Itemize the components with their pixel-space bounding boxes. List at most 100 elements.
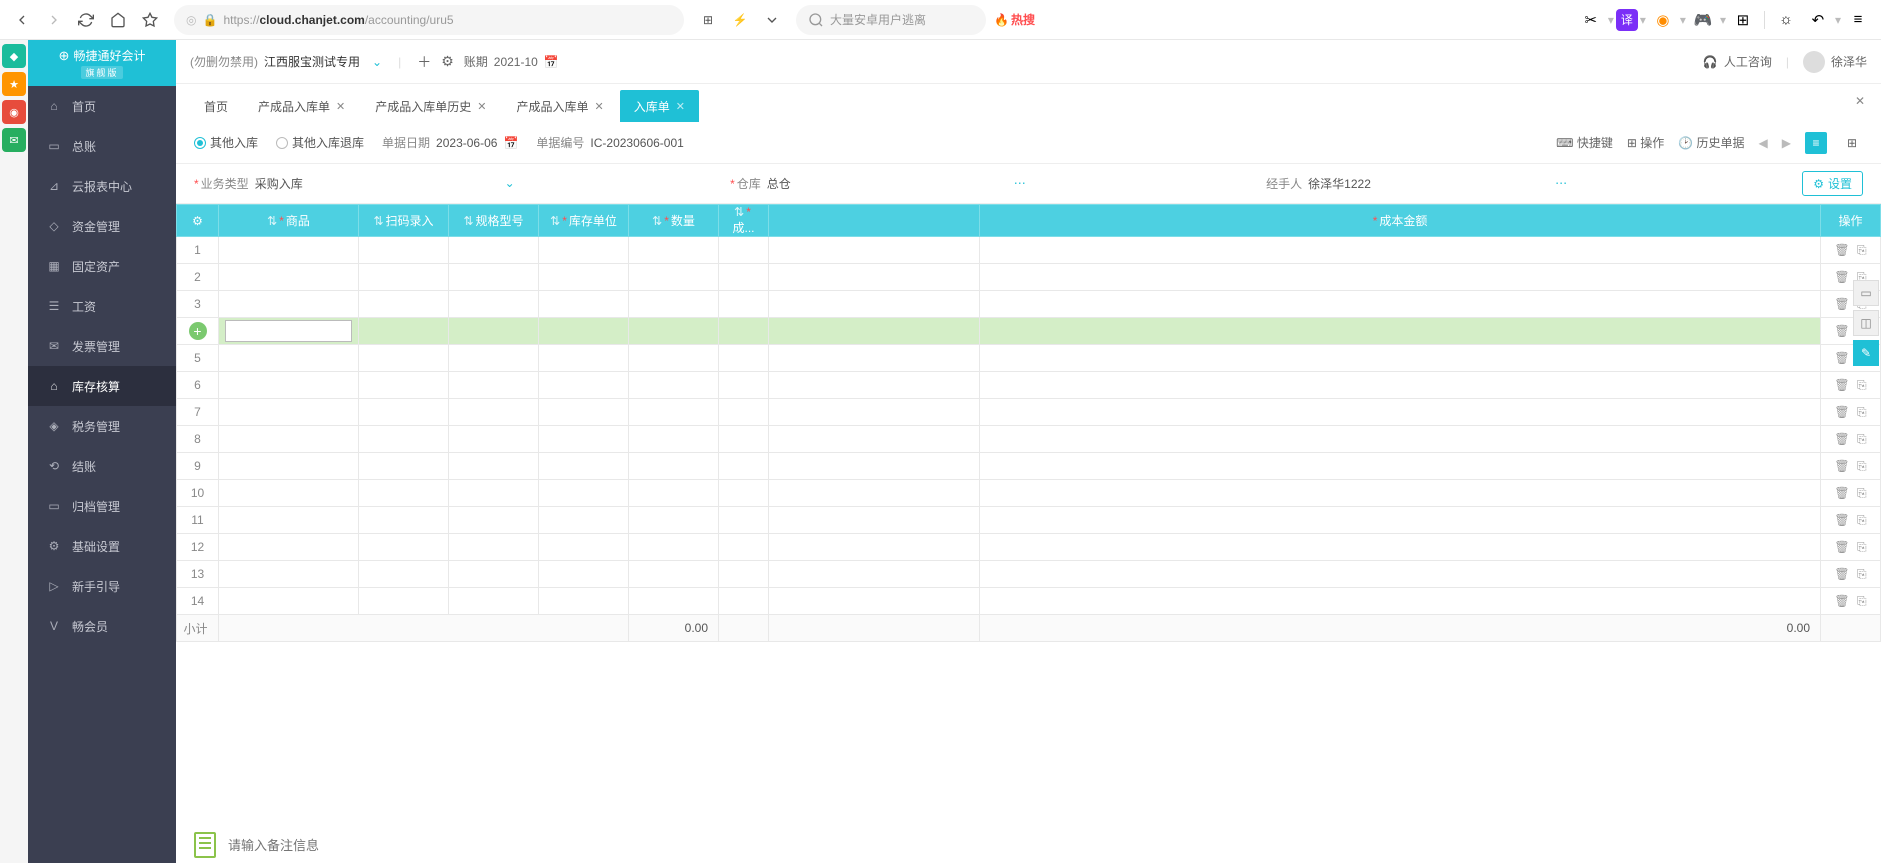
col-header-0[interactable]: ⚙ [177, 205, 219, 237]
date-value[interactable]: 2023-06-06 [436, 136, 497, 150]
calendar-icon[interactable]: 📅 [503, 136, 518, 150]
delete-icon[interactable]: 🗑 [1834, 270, 1849, 284]
sidebar-item-13[interactable]: V畅会员 [28, 606, 176, 646]
col-header-1[interactable]: ⇅*商品 [219, 205, 359, 237]
tab-1[interactable]: 产成品入库单✕ [244, 90, 359, 122]
sidebar-item-7[interactable]: ⌂库存核算 [28, 366, 176, 406]
home-icon[interactable] [104, 6, 132, 34]
translate-icon[interactable]: 译 [1616, 9, 1638, 31]
menu-icon[interactable]: ≡ [1843, 5, 1873, 35]
url-bar[interactable]: ◎ 🔒 https://cloud.chanjet.com/accounting… [174, 5, 684, 35]
copy-icon[interactable]: ⎘ [1857, 432, 1867, 446]
shortcut-link[interactable]: ⌨ 快捷键 [1556, 134, 1613, 151]
theme-icon[interactable]: ☼ [1771, 5, 1801, 35]
delete-icon[interactable]: 🗑 [1834, 459, 1849, 473]
reload-icon[interactable] [72, 6, 100, 34]
star-icon[interactable] [136, 6, 164, 34]
copy-icon[interactable]: ⎘ [1857, 567, 1867, 581]
view-list[interactable]: ≡ [1805, 132, 1827, 154]
scissors-icon[interactable]: ✂ [1576, 5, 1606, 35]
history-link[interactable]: 🕑 历史单据 [1678, 134, 1744, 151]
os-app-3[interactable]: ◉ [2, 100, 26, 124]
close-icon[interactable]: ✕ [676, 100, 685, 113]
sidebar-item-9[interactable]: ⟲结账 [28, 446, 176, 486]
delete-icon[interactable]: 🗑 [1834, 405, 1849, 419]
qr-icon[interactable]: ⊞ [694, 6, 722, 34]
col-header-8[interactable]: *成本金额 [980, 205, 1821, 237]
sidebar-item-6[interactable]: ✉发票管理 [28, 326, 176, 366]
sidebar-item-3[interactable]: ◇资金管理 [28, 206, 176, 246]
hot-search-badge[interactable]: 🔥热搜 [994, 11, 1035, 28]
wallet-icon[interactable]: ◉ [1648, 5, 1678, 35]
delete-icon[interactable]: 🗑 [1834, 513, 1849, 527]
delete-icon[interactable]: 🗑 [1834, 378, 1849, 392]
sidebar-item-8[interactable]: ◈税务管理 [28, 406, 176, 446]
sidebar-item-0[interactable]: ⌂首页 [28, 86, 176, 126]
copy-icon[interactable]: ⎘ [1857, 459, 1867, 473]
tab-0[interactable]: 首页 [190, 90, 242, 122]
back-icon[interactable] [8, 6, 36, 34]
handler-select[interactable]: 徐泽华1222⋯ [1308, 173, 1568, 195]
sidebar-item-12[interactable]: ▷新手引导 [28, 566, 176, 606]
forward-icon[interactable] [40, 6, 68, 34]
sidebar-item-1[interactable]: ▭总账 [28, 126, 176, 166]
copy-icon[interactable]: ⎘ [1857, 594, 1867, 608]
copy-icon[interactable]: ⎘ [1857, 540, 1867, 554]
col-header-9[interactable]: 操作 [1821, 205, 1881, 237]
product-input[interactable] [225, 320, 352, 342]
os-app-2[interactable]: ★ [2, 72, 26, 96]
tab-4[interactable]: 入库单✕ [620, 90, 699, 122]
os-app-4[interactable]: ✉ [2, 128, 26, 152]
sidebar-item-4[interactable]: ▦固定资产 [28, 246, 176, 286]
delete-icon[interactable]: 🗑 [1834, 243, 1849, 257]
side-tool-2[interactable]: ◫ [1853, 310, 1879, 336]
user-menu[interactable]: 徐泽华 [1803, 51, 1867, 73]
add-row-button[interactable]: + [189, 322, 207, 340]
delete-icon[interactable]: 🗑 [1834, 432, 1849, 446]
close-icon[interactable]: ✕ [336, 100, 345, 113]
settings-button[interactable]: ⚙ 设置 [1802, 171, 1863, 196]
col-header-3[interactable]: ⇅规格型号 [449, 205, 539, 237]
game-icon[interactable]: 🎮 [1688, 5, 1718, 35]
tab-2[interactable]: 产成品入库单历史✕ [361, 90, 500, 122]
copy-icon[interactable]: ⎘ [1857, 378, 1867, 392]
gear-icon[interactable]: ⚙ [441, 53, 454, 70]
col-header-2[interactable]: ⇅扫码录入 [359, 205, 449, 237]
help-link[interactable]: 🎧 人工咨询 [1703, 53, 1772, 70]
view-grid[interactable]: ⊞ [1841, 132, 1863, 154]
copy-icon[interactable]: ⎘ [1857, 513, 1867, 527]
close-icon[interactable]: ✕ [595, 100, 604, 113]
copy-icon[interactable]: ⎘ [1857, 486, 1867, 500]
sidebar-item-10[interactable]: ▭归档管理 [28, 486, 176, 526]
search-box[interactable]: 大量安卓用户逃离 [796, 5, 986, 35]
biz-type-select[interactable]: 采购入库⌄ [255, 173, 515, 195]
delete-icon[interactable]: 🗑 [1834, 567, 1849, 581]
col-header-4[interactable]: ⇅*库存单位 [539, 205, 629, 237]
calendar-icon[interactable]: 📅 [544, 55, 559, 69]
sidebar-item-11[interactable]: ⚙基础设置 [28, 526, 176, 566]
period-value[interactable]: 2021-10 [494, 55, 538, 69]
prev-doc[interactable]: ◀ [1759, 136, 1768, 150]
undo-icon[interactable]: ↶ [1803, 5, 1833, 35]
close-all-tabs[interactable]: ✕ [1847, 88, 1873, 114]
delete-icon[interactable]: 🗑 [1834, 594, 1849, 608]
col-header-6[interactable]: ⇅*成... [719, 205, 769, 237]
sidebar-item-2[interactable]: ⊿云报表中心 [28, 166, 176, 206]
delete-icon[interactable]: 🗑 [1834, 297, 1849, 311]
action-link[interactable]: ⊞ 操作 [1627, 134, 1664, 151]
copy-icon[interactable]: ⎘ [1857, 405, 1867, 419]
col-header-5[interactable]: ⇅*数量 [629, 205, 719, 237]
os-app-1[interactable]: ◆ [2, 44, 26, 68]
delete-icon[interactable]: 🗑 [1834, 324, 1849, 338]
next-doc[interactable]: ▶ [1782, 136, 1791, 150]
gear-icon[interactable]: ⚙ [192, 214, 203, 228]
warehouse-select[interactable]: 总仓⋯ [767, 173, 1027, 195]
tab-3[interactable]: 产成品入库单✕ [502, 90, 617, 122]
col-header-7[interactable] [769, 205, 980, 237]
sidebar-item-5[interactable]: ☰工资 [28, 286, 176, 326]
side-tool-1[interactable]: ▭ [1853, 280, 1879, 306]
delete-icon[interactable]: 🗑 [1834, 540, 1849, 554]
company-selector[interactable]: (勿删勿禁用) 江西服宝测试专用 ⌄ [190, 53, 382, 70]
copy-icon[interactable]: ⎘ [1857, 243, 1867, 257]
radio-other-in[interactable]: 其他入库 [194, 134, 258, 151]
